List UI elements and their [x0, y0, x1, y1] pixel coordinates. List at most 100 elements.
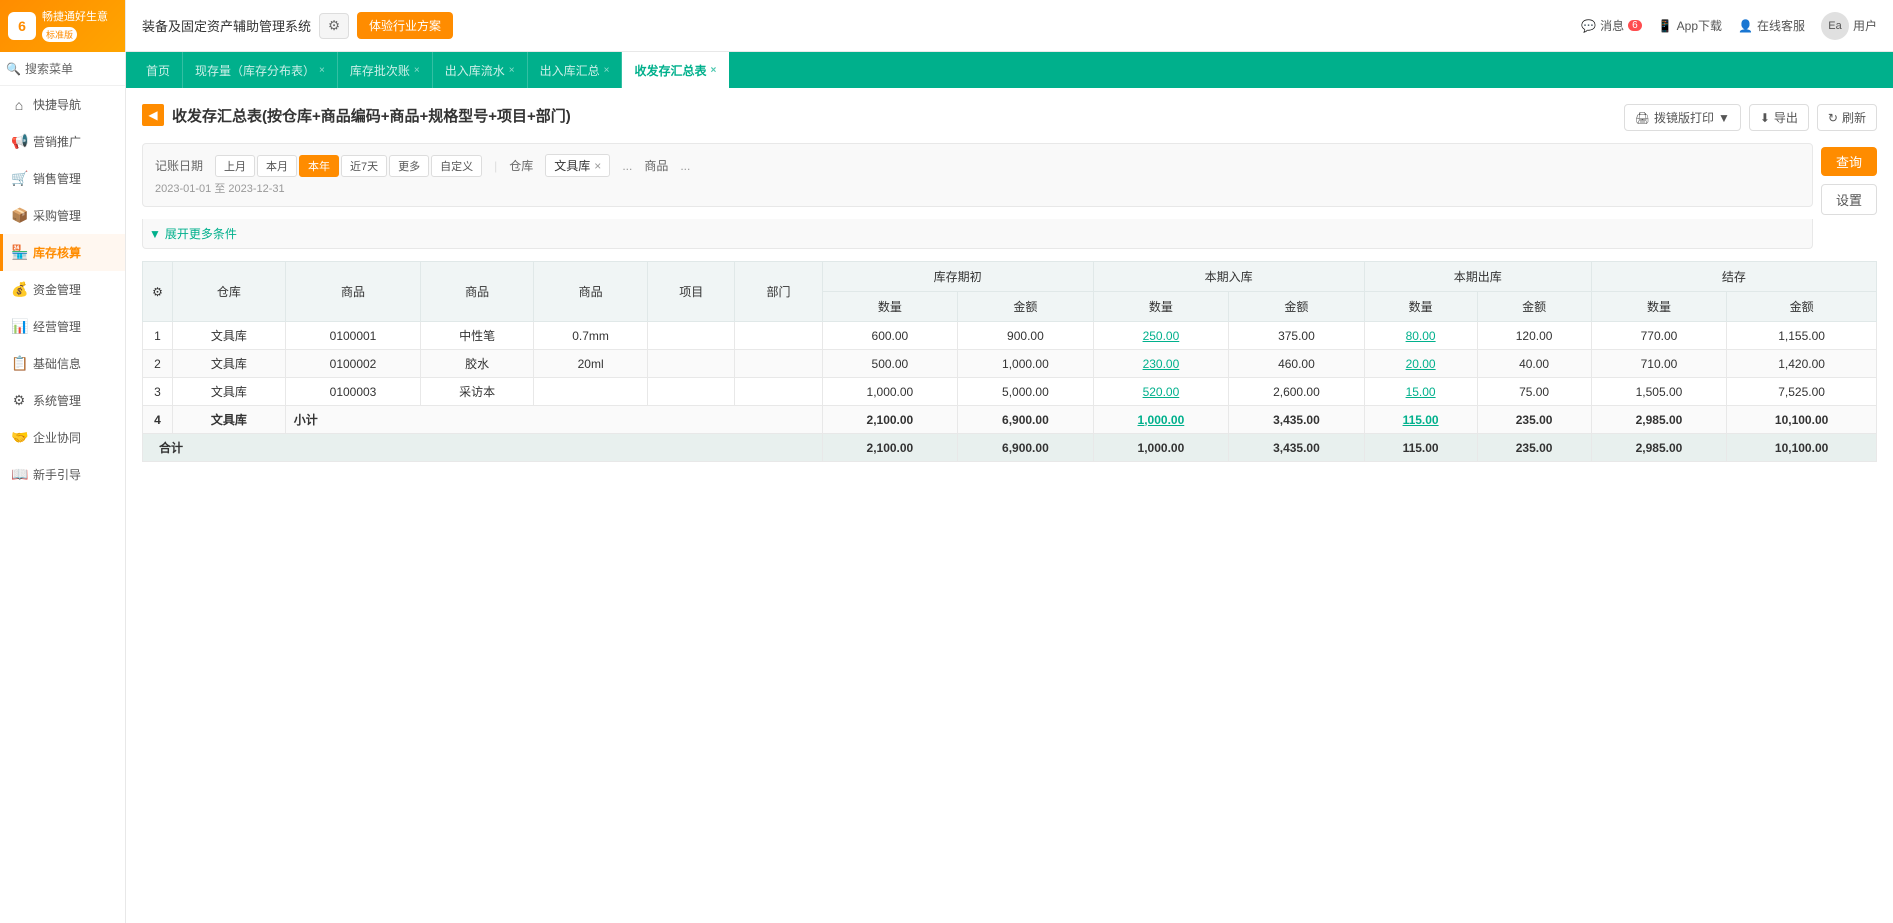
- cell-warehouse: 文具库: [173, 378, 286, 406]
- date-btn-more[interactable]: 更多: [389, 155, 429, 177]
- print-button[interactable]: 🖨 拨镜版打印 ▼: [1624, 104, 1741, 131]
- warehouse-filter-label: 仓库: [509, 157, 533, 174]
- date-btn-this-year[interactable]: 本年: [299, 155, 339, 177]
- th-in-qty: 数量: [1093, 292, 1229, 322]
- sidebar-item-basic-info[interactable]: 📋 基础信息: [0, 345, 125, 382]
- settings-button[interactable]: 设置: [1821, 184, 1877, 215]
- trial-button[interactable]: 体验行业方案: [357, 12, 453, 39]
- sidebar-item-system[interactable]: ⚙ 系统管理: [0, 382, 125, 419]
- warehouse-ellipsis[interactable]: ...: [622, 159, 632, 173]
- app-download-button[interactable]: 📱 App下载: [1658, 17, 1722, 34]
- expand-filters-button[interactable]: ▼ 展开更多条件: [149, 225, 237, 242]
- tab-stock-dist[interactable]: 现存量（库存分布表） ×: [183, 52, 338, 88]
- total-in-amt: 3,435.00: [1229, 434, 1365, 462]
- sidebar-item-inventory[interactable]: 🏪 库存核算: [0, 234, 125, 271]
- cell-out-qty[interactable]: 80.00: [1364, 322, 1477, 350]
- cell-no: 3: [143, 378, 173, 406]
- cell-in-qty[interactable]: 250.00: [1093, 322, 1229, 350]
- table-settings-header[interactable]: ⚙: [143, 262, 173, 322]
- chevron-down-icon: ▼: [1718, 111, 1730, 125]
- tab-close-recv-send[interactable]: ×: [710, 65, 716, 76]
- tab-batch[interactable]: 库存批次账 ×: [338, 52, 433, 88]
- settings-gear-button[interactable]: ⚙: [319, 13, 349, 39]
- date-btn-7days[interactable]: 近7天: [341, 155, 387, 177]
- message-button[interactable]: 💬 消息 6: [1581, 17, 1642, 34]
- subtotal-row: 4 文具库 小计 2,100.00 6,900.00 1,000.00 3,43…: [143, 406, 1877, 434]
- expand-filters-row: ▼ 展开更多条件: [142, 219, 1813, 249]
- cell-no: 1: [143, 322, 173, 350]
- message-icon: 💬: [1581, 19, 1596, 33]
- sidebar: 6 畅捷通好生意 标准版 🔍 搜索菜单 ⌂ 快捷导航 📢 营销推广 🛒 销售管理: [0, 0, 126, 923]
- cell-open-amt: 900.00: [958, 322, 1094, 350]
- date-btn-this-month[interactable]: 本月: [257, 155, 297, 177]
- subtotal-in-qty[interactable]: 1,000.00: [1093, 406, 1229, 434]
- tab-inout-summary[interactable]: 出入库汇总 ×: [528, 52, 623, 88]
- cell-open-qty: 1,000.00: [822, 378, 958, 406]
- purchase-icon: 📦: [11, 207, 27, 224]
- cell-goods-name: 胶水: [421, 350, 534, 378]
- goods-filter-label: 商品: [644, 157, 668, 174]
- home-icon: ⌂: [11, 97, 27, 113]
- total-open-amt: 6,900.00: [958, 434, 1094, 462]
- th-goods-code: 商品: [285, 262, 421, 322]
- expand-icon: ▼: [149, 227, 161, 241]
- cell-warehouse: 文具库: [173, 350, 286, 378]
- collapse-button[interactable]: ◀: [142, 104, 164, 126]
- cell-open-amt: 1,000.00: [958, 350, 1094, 378]
- cell-out-amt: 40.00: [1477, 350, 1591, 378]
- sidebar-item-guide[interactable]: 📖 新手引导: [0, 456, 125, 493]
- cell-project: [648, 350, 735, 378]
- sidebar-item-quick-nav[interactable]: ⌂ 快捷导航: [0, 86, 125, 123]
- tab-close-inout-summary[interactable]: ×: [604, 65, 610, 76]
- user-menu[interactable]: Ea 用户: [1821, 12, 1877, 40]
- th-in: 本期入库: [1093, 262, 1364, 292]
- date-btn-custom[interactable]: 自定义: [431, 155, 482, 177]
- search-icon: 🔍: [6, 62, 21, 76]
- tab-home[interactable]: 首页: [134, 52, 183, 88]
- query-button[interactable]: 查询: [1821, 147, 1877, 176]
- sidebar-nav: ⌂ 快捷导航 📢 营销推广 🛒 销售管理 📦 采购管理 🏪 库存核算 💰: [0, 86, 125, 923]
- sidebar-item-purchase[interactable]: 📦 采购管理: [0, 197, 125, 234]
- total-close-amt: 10,100.00: [1727, 434, 1877, 462]
- cell-out-amt: 120.00: [1477, 322, 1591, 350]
- sidebar-item-enterprise[interactable]: 🤝 企业协同: [0, 419, 125, 456]
- date-btn-last-month[interactable]: 上月: [215, 155, 255, 177]
- th-opening: 库存期初: [822, 262, 1093, 292]
- sidebar-item-sales[interactable]: 🛒 销售管理: [0, 160, 125, 197]
- cell-goods-name: 采访本: [421, 378, 534, 406]
- online-service-button[interactable]: 👤 在线客服: [1738, 17, 1805, 34]
- tab-close-stock-dist[interactable]: ×: [319, 65, 325, 76]
- finance-icon: 💰: [11, 281, 27, 298]
- export-button[interactable]: ⬇ 导出: [1749, 104, 1809, 131]
- cell-in-amt: 375.00: [1229, 322, 1365, 350]
- search-menu[interactable]: 🔍 搜索菜单: [0, 52, 125, 86]
- goods-ellipsis[interactable]: ...: [680, 159, 690, 173]
- tab-recv-send[interactable]: 收发存汇总表 ×: [622, 52, 729, 88]
- sidebar-item-marketing[interactable]: 📢 营销推广: [0, 123, 125, 160]
- tab-inout-flow[interactable]: 出入库流水 ×: [433, 52, 528, 88]
- tab-close-inout-flow[interactable]: ×: [509, 65, 515, 76]
- th-open-qty: 数量: [822, 292, 958, 322]
- app-title-line2: 标准版: [42, 27, 77, 42]
- subtotal-out-amt: 235.00: [1477, 406, 1591, 434]
- cell-in-qty[interactable]: 230.00: [1093, 350, 1229, 378]
- sidebar-item-operations[interactable]: 📊 经营管理: [0, 308, 125, 345]
- cell-no: 2: [143, 350, 173, 378]
- cell-in-qty[interactable]: 520.00: [1093, 378, 1229, 406]
- date-filter-buttons: 上月 本月 本年 近7天 更多 自定义: [215, 155, 482, 177]
- operations-icon: 📊: [11, 318, 27, 335]
- tab-close-batch[interactable]: ×: [414, 65, 420, 76]
- data-table: ⚙ 仓库 商品 商品 商品 项目 部门 库存期初 本期入库 本期出库: [142, 261, 1877, 462]
- marketing-icon: 📢: [11, 133, 27, 150]
- refresh-button[interactable]: ↻ 刷新: [1817, 104, 1877, 131]
- cell-open-qty: 500.00: [822, 350, 958, 378]
- cell-out-qty[interactable]: 15.00: [1364, 378, 1477, 406]
- cell-out-qty[interactable]: 20.00: [1364, 350, 1477, 378]
- subtotal-warehouse: 文具库: [173, 406, 286, 434]
- warehouse-tag-close[interactable]: ×: [594, 159, 601, 173]
- subtotal-out-qty[interactable]: 115.00: [1364, 406, 1477, 434]
- cell-close-amt: 7,525.00: [1727, 378, 1877, 406]
- sidebar-item-finance[interactable]: 💰 资金管理: [0, 271, 125, 308]
- guide-icon: 📖: [11, 466, 27, 483]
- tab-bar: 首页 现存量（库存分布表） × 库存批次账 × 出入库流水 × 出入库汇总 × …: [126, 52, 1893, 88]
